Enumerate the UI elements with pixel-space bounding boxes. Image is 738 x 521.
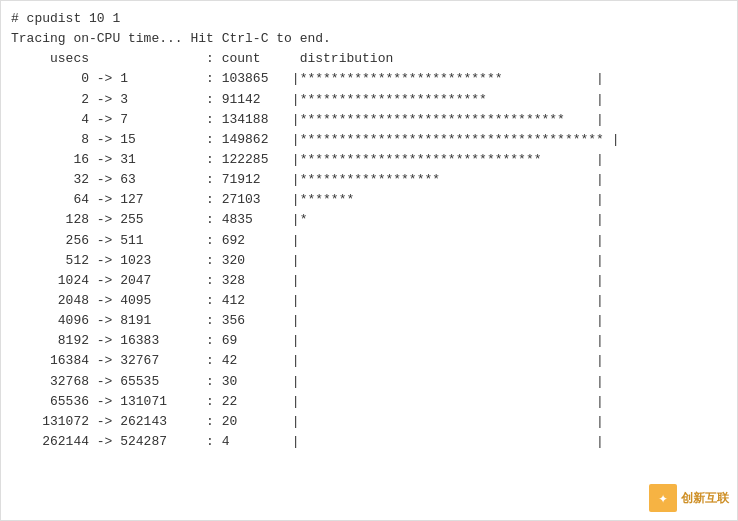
terminal-line: 128 -> 255 : 4835 |* | [11, 210, 727, 230]
terminal-line: 0 -> 1 : 103865 |***********************… [11, 69, 727, 89]
terminal-line: 2048 -> 4095 : 412 | | [11, 291, 727, 311]
terminal-line: 1024 -> 2047 : 328 | | [11, 271, 727, 291]
terminal-line: 64 -> 127 : 27103 |******* | [11, 190, 727, 210]
watermark-logo: ✦ [649, 484, 677, 512]
terminal-line: 8192 -> 16383 : 69 | | [11, 331, 727, 351]
terminal-line: 512 -> 1023 : 320 | | [11, 251, 727, 271]
output-lines: # cpudist 10 1Tracing on-CPU time... Hit… [11, 9, 727, 452]
terminal-line: 256 -> 511 : 692 | | [11, 231, 727, 251]
terminal-line: 32768 -> 65535 : 30 | | [11, 372, 727, 392]
terminal-line: # cpudist 10 1 [11, 9, 727, 29]
terminal-line: 8 -> 15 : 149862 |**********************… [11, 130, 727, 150]
terminal-line: 16 -> 31 : 122285 |*********************… [11, 150, 727, 170]
watermark: ✦ 创新互联 [649, 484, 729, 512]
terminal-line: 65536 -> 131071 : 22 | | [11, 392, 727, 412]
terminal-line: 262144 -> 524287 : 4 | | [11, 432, 727, 452]
terminal-line: usecs : count distribution [11, 49, 727, 69]
terminal-line: Tracing on-CPU time... Hit Ctrl-C to end… [11, 29, 727, 49]
terminal-line: 2 -> 3 : 91142 |************************… [11, 90, 727, 110]
terminal-line: 16384 -> 32767 : 42 | | [11, 351, 727, 371]
terminal-window: # cpudist 10 1Tracing on-CPU time... Hit… [0, 0, 738, 521]
watermark-text: 创新互联 [681, 490, 729, 507]
terminal-line: 131072 -> 262143 : 20 | | [11, 412, 727, 432]
terminal-line: 4096 -> 8191 : 356 | | [11, 311, 727, 331]
terminal-line: 4 -> 7 : 134188 |***********************… [11, 110, 727, 130]
terminal-line: 32 -> 63 : 71912 |****************** | [11, 170, 727, 190]
